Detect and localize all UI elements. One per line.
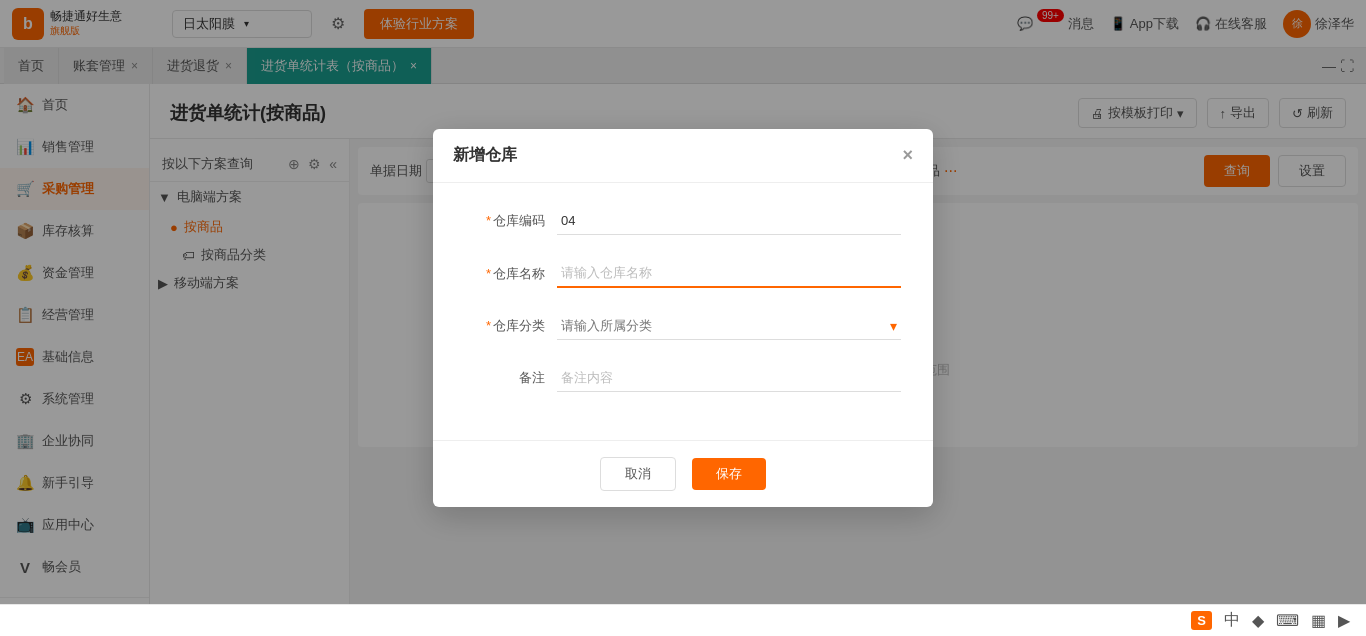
modal-overlay[interactable]: 新增仓库 × *仓库编码 *仓库名称 *仓库分类 bbox=[0, 0, 1366, 636]
cancel-button[interactable]: 取消 bbox=[600, 457, 676, 491]
status-bar: S 中 ◆ ⌨ ▦ ▶ bbox=[0, 604, 1366, 636]
modal-header: 新增仓库 × bbox=[433, 129, 933, 183]
keyboard-icon[interactable]: ⌨ bbox=[1276, 611, 1299, 630]
note-label: 备注 bbox=[465, 369, 545, 387]
code-label: *仓库编码 bbox=[465, 212, 545, 230]
note-input[interactable] bbox=[557, 364, 901, 392]
category-input[interactable] bbox=[557, 312, 901, 340]
play-icon[interactable]: ▶ bbox=[1338, 611, 1350, 630]
required-star-code: * bbox=[486, 213, 491, 228]
form-row-name: *仓库名称 bbox=[465, 259, 901, 288]
name-input[interactable] bbox=[557, 259, 901, 288]
grid-icon[interactable]: ▦ bbox=[1311, 611, 1326, 630]
modal-footer: 取消 保存 bbox=[433, 440, 933, 507]
diamond-icon[interactable]: ◆ bbox=[1252, 611, 1264, 630]
modal-title: 新增仓库 bbox=[453, 145, 517, 166]
category-select-wrap: ▾ bbox=[557, 312, 901, 340]
save-button[interactable]: 保存 bbox=[692, 458, 766, 490]
required-star-category: * bbox=[486, 318, 491, 333]
form-row-note: 备注 bbox=[465, 364, 901, 392]
chinese-icon[interactable]: 中 bbox=[1224, 610, 1240, 631]
modal-body: *仓库编码 *仓库名称 *仓库分类 ▾ bbox=[433, 183, 933, 440]
s-brand-icon: S bbox=[1191, 611, 1212, 630]
form-row-code: *仓库编码 bbox=[465, 207, 901, 235]
name-label: *仓库名称 bbox=[465, 265, 545, 283]
modal-add-warehouse: 新增仓库 × *仓库编码 *仓库名称 *仓库分类 bbox=[433, 129, 933, 507]
form-row-category: *仓库分类 ▾ bbox=[465, 312, 901, 340]
category-label: *仓库分类 bbox=[465, 317, 545, 335]
modal-close-button[interactable]: × bbox=[902, 145, 913, 166]
code-input[interactable] bbox=[557, 207, 901, 235]
required-star-name: * bbox=[486, 266, 491, 281]
